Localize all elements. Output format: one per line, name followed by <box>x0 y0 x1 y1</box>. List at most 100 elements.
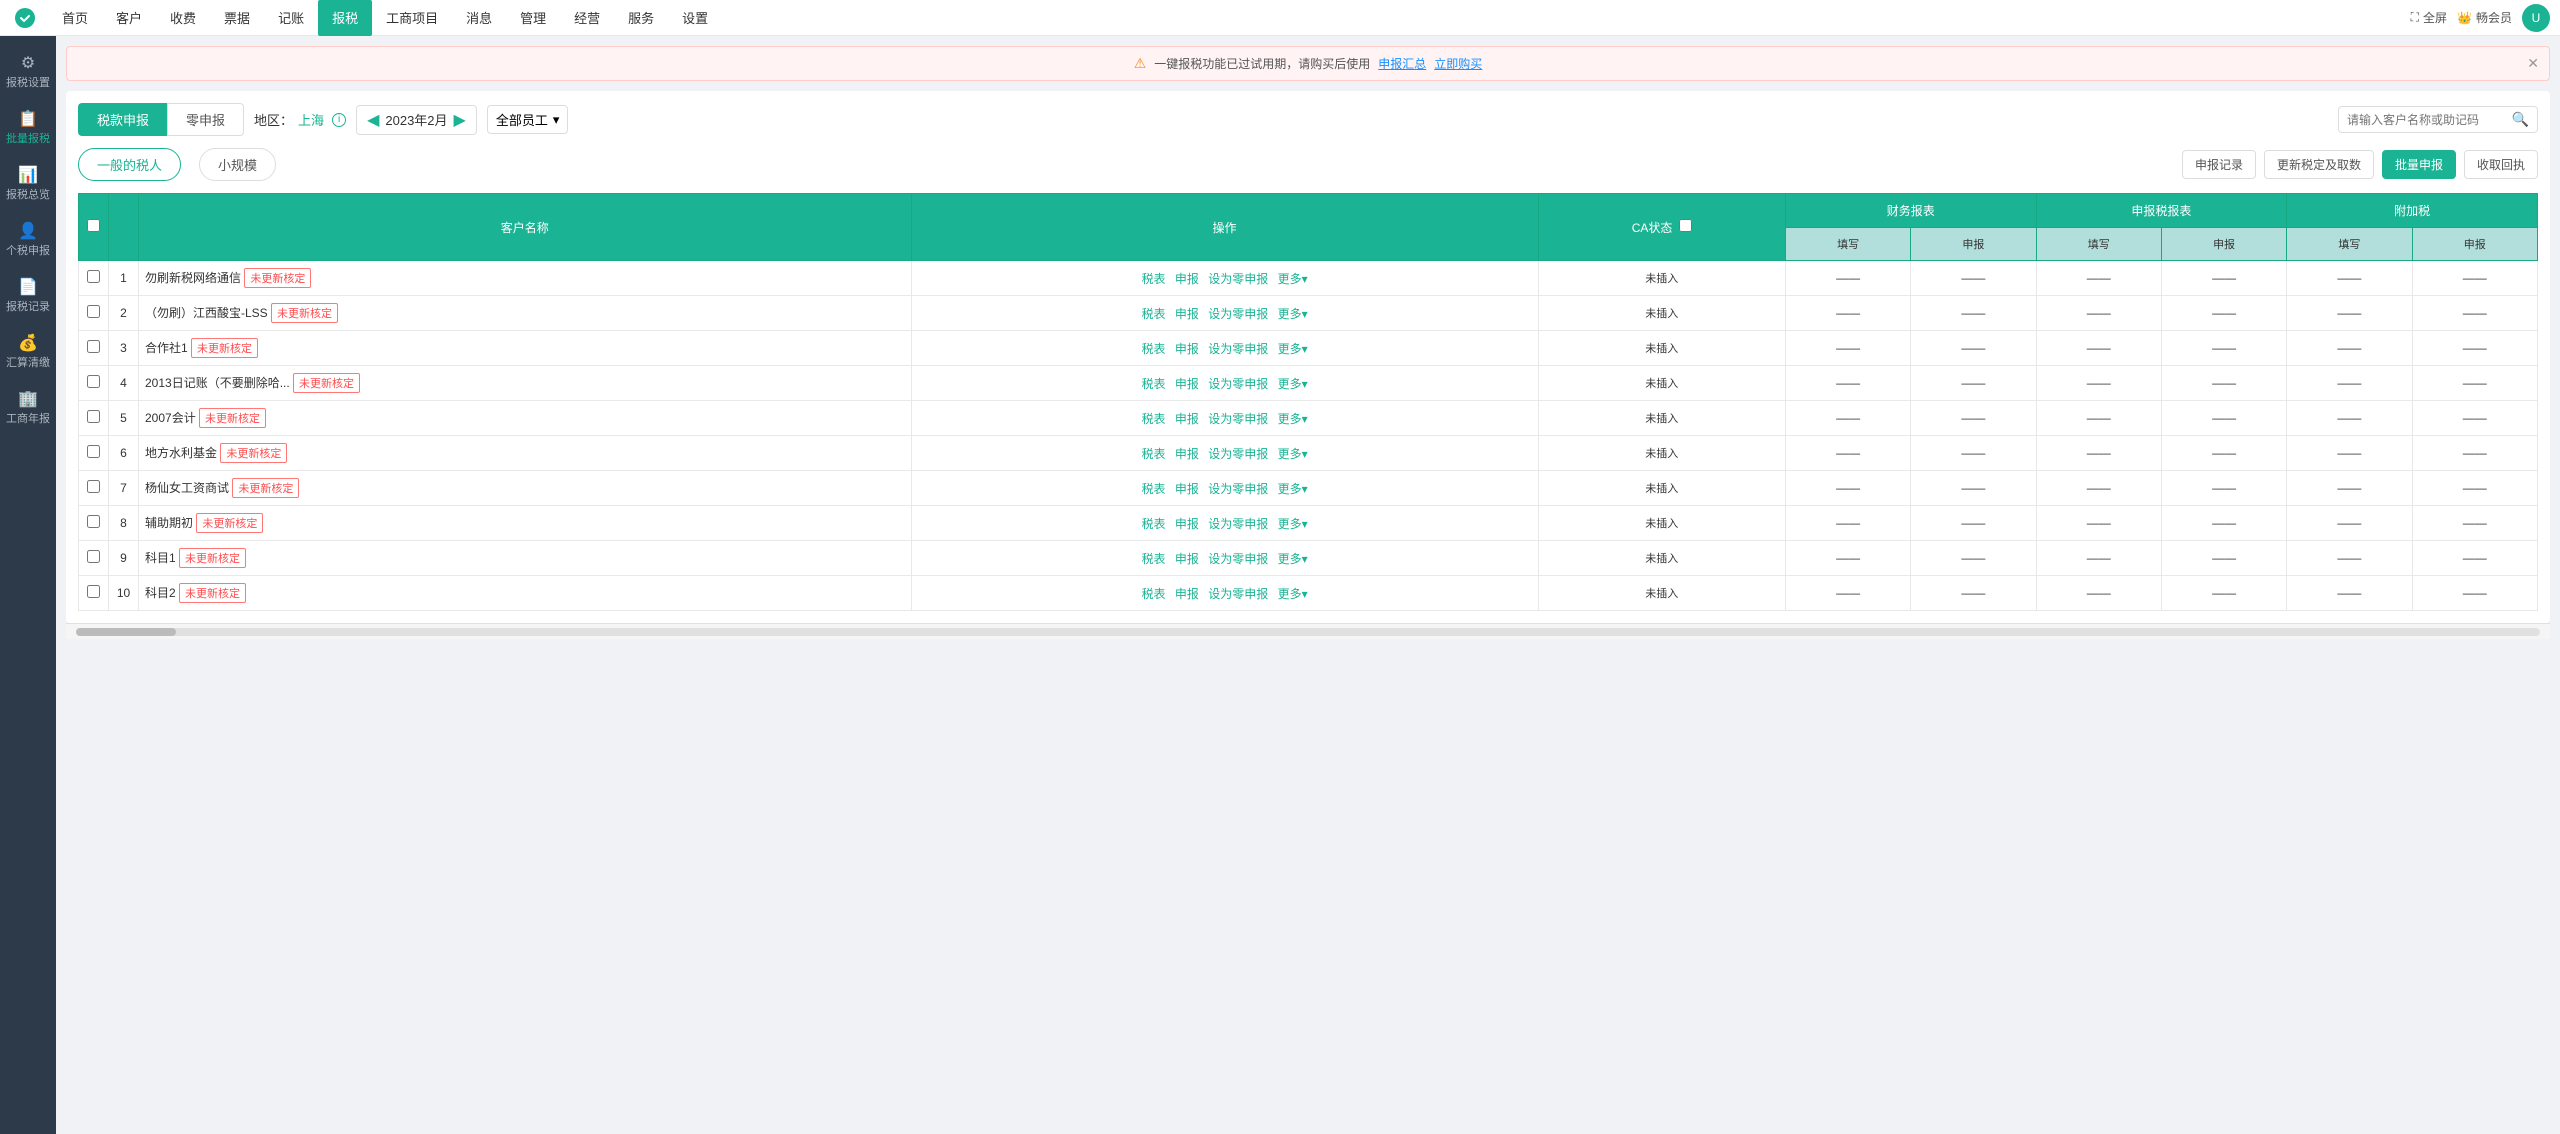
nav-service[interactable]: 服务 <box>614 0 668 36</box>
op-more[interactable]: 更多▾ <box>1278 447 1308 461</box>
op-more[interactable]: 更多▾ <box>1278 377 1308 391</box>
op-tax-form[interactable]: 税表 <box>1141 272 1165 286</box>
nav-operation[interactable]: 经营 <box>560 0 614 36</box>
op-more[interactable]: 更多▾ <box>1278 342 1308 356</box>
user-avatar[interactable]: U <box>2522 4 2550 32</box>
row-operations: 税表 申报 设为零申报 更多▾ <box>911 366 1538 401</box>
op-zero-declare[interactable]: 设为零申报 <box>1208 412 1268 426</box>
op-tax-form[interactable]: 税表 <box>1141 412 1165 426</box>
op-declare[interactable]: 申报 <box>1175 272 1199 286</box>
row-checkbox[interactable] <box>79 366 109 401</box>
sidebar-item-batch-tax[interactable]: 📋 批量报税 <box>0 100 56 156</box>
op-tax-form[interactable]: 税表 <box>1141 482 1165 496</box>
row-checkbox[interactable] <box>79 506 109 541</box>
subtab-general[interactable]: 一般的税人 <box>78 148 181 181</box>
sidebar-item-tax-settings[interactable]: ⚙ 报税设置 <box>0 44 56 100</box>
nav-bookkeeping[interactable]: 记账 <box>264 0 318 36</box>
op-zero-declare[interactable]: 设为零申报 <box>1208 377 1268 391</box>
op-zero-declare[interactable]: 设为零申报 <box>1208 447 1268 461</box>
sidebar-item-settlement[interactable]: 💰 汇算清缴 <box>0 324 56 380</box>
op-more[interactable]: 更多▾ <box>1278 412 1308 426</box>
op-zero-declare[interactable]: 设为零申报 <box>1208 272 1268 286</box>
table-row: 5 2007会计 未更新核定 税表 申报 设为零申报 更多▾ 未插入 —— ——… <box>79 401 2538 436</box>
region-info-icon[interactable]: i <box>332 113 346 127</box>
op-zero-declare[interactable]: 设为零申报 <box>1208 517 1268 531</box>
dept-select[interactable]: 全部员工 ▾ <box>487 105 569 134</box>
op-declare[interactable]: 申报 <box>1175 517 1199 531</box>
nav-invoice[interactable]: 票据 <box>210 0 264 36</box>
nav-home[interactable]: 首页 <box>48 0 102 36</box>
op-tax-form[interactable]: 税表 <box>1141 377 1165 391</box>
op-declare[interactable]: 申报 <box>1175 342 1199 356</box>
op-tax-form[interactable]: 税表 <box>1141 517 1165 531</box>
op-tax-form[interactable]: 税表 <box>1141 552 1165 566</box>
op-declare[interactable]: 申报 <box>1175 587 1199 601</box>
row-checkbox[interactable] <box>79 261 109 296</box>
prev-month-btn[interactable]: ◀ <box>367 110 379 130</box>
row-cwb-fill: —— <box>1785 401 1910 436</box>
declare-record-btn[interactable]: 申报记录 <box>2182 150 2256 179</box>
nav-client[interactable]: 客户 <box>102 0 156 36</box>
op-more[interactable]: 更多▾ <box>1278 552 1308 566</box>
op-declare[interactable]: 申报 <box>1175 412 1199 426</box>
banner-link-summary[interactable]: 申报汇总 <box>1378 55 1426 72</box>
sidebar-label-tax-record: 报税记录 <box>6 301 50 314</box>
op-tax-form[interactable]: 税表 <box>1141 342 1165 356</box>
op-more[interactable]: 更多▾ <box>1278 517 1308 531</box>
update-tax-btn[interactable]: 更新税定及取数 <box>2264 150 2374 179</box>
sidebar-item-tax-overview[interactable]: 📊 报税总览 <box>0 156 56 212</box>
th-checkbox <box>79 194 109 261</box>
subtab-small-scale[interactable]: 小规模 <box>199 148 276 181</box>
bottom-scrollbar[interactable] <box>66 623 2550 639</box>
row-checkbox[interactable] <box>79 576 109 611</box>
batch-declare-btn[interactable]: 批量申报 <box>2382 150 2456 179</box>
op-declare[interactable]: 申报 <box>1175 552 1199 566</box>
sidebar-item-personal-tax[interactable]: 👤 个税申报 <box>0 212 56 268</box>
op-zero-declare[interactable]: 设为零申报 <box>1208 342 1268 356</box>
next-month-btn[interactable]: ▶ <box>454 110 466 130</box>
banner-close-btn[interactable]: ✕ <box>2527 55 2539 72</box>
tab-zero-declaration[interactable]: 零申报 <box>167 103 244 136</box>
row-checkbox[interactable] <box>79 471 109 506</box>
op-tax-form[interactable]: 税表 <box>1141 307 1165 321</box>
op-more[interactable]: 更多▾ <box>1278 482 1308 496</box>
op-declare[interactable]: 申报 <box>1175 377 1199 391</box>
row-checkbox[interactable] <box>79 296 109 331</box>
nav-settings[interactable]: 设置 <box>668 0 722 36</box>
search-button[interactable]: 🔍 <box>2512 111 2529 128</box>
row-fj-fill: —— <box>2287 296 2412 331</box>
op-tax-form[interactable]: 税表 <box>1141 587 1165 601</box>
row-checkbox[interactable] <box>79 331 109 366</box>
nav-manage[interactable]: 管理 <box>506 0 560 36</box>
op-zero-declare[interactable]: 设为零申报 <box>1208 587 1268 601</box>
op-more[interactable]: 更多▾ <box>1278 272 1308 286</box>
op-declare[interactable]: 申报 <box>1175 307 1199 321</box>
op-more[interactable]: 更多▾ <box>1278 587 1308 601</box>
collect-receipt-btn[interactable]: 收取回执 <box>2464 150 2538 179</box>
op-zero-declare[interactable]: 设为零申报 <box>1208 552 1268 566</box>
op-declare[interactable]: 申报 <box>1175 482 1199 496</box>
row-no: 3 <box>109 331 139 366</box>
row-sb-report: —— <box>2161 366 2286 401</box>
row-checkbox[interactable] <box>79 541 109 576</box>
nav-fee[interactable]: 收费 <box>156 0 210 36</box>
op-declare[interactable]: 申报 <box>1175 447 1199 461</box>
search-input[interactable] <box>2347 113 2507 127</box>
ca-select-all[interactable] <box>1679 219 1692 232</box>
row-checkbox[interactable] <box>79 436 109 471</box>
tab-tax-declaration[interactable]: 税款申报 <box>78 103 167 136</box>
op-more[interactable]: 更多▾ <box>1278 307 1308 321</box>
sidebar-item-business-report[interactable]: 🏢 工商年报 <box>0 380 56 436</box>
fullscreen-btn[interactable]: ⛶ 全屏 <box>2411 9 2447 26</box>
select-all-checkbox[interactable] <box>87 219 100 232</box>
op-zero-declare[interactable]: 设为零申报 <box>1208 307 1268 321</box>
op-tax-form[interactable]: 税表 <box>1141 447 1165 461</box>
banner-link-buy[interactable]: 立即购买 <box>1434 55 1482 72</box>
sidebar-item-tax-record[interactable]: 📄 报税记录 <box>0 268 56 324</box>
nav-message[interactable]: 消息 <box>452 0 506 36</box>
op-zero-declare[interactable]: 设为零申报 <box>1208 482 1268 496</box>
nav-business[interactable]: 工商项目 <box>372 0 452 36</box>
vip-btn[interactable]: 👑 畅会员 <box>2457 9 2512 26</box>
row-checkbox[interactable] <box>79 401 109 436</box>
nav-tax[interactable]: 报税 <box>318 0 372 36</box>
